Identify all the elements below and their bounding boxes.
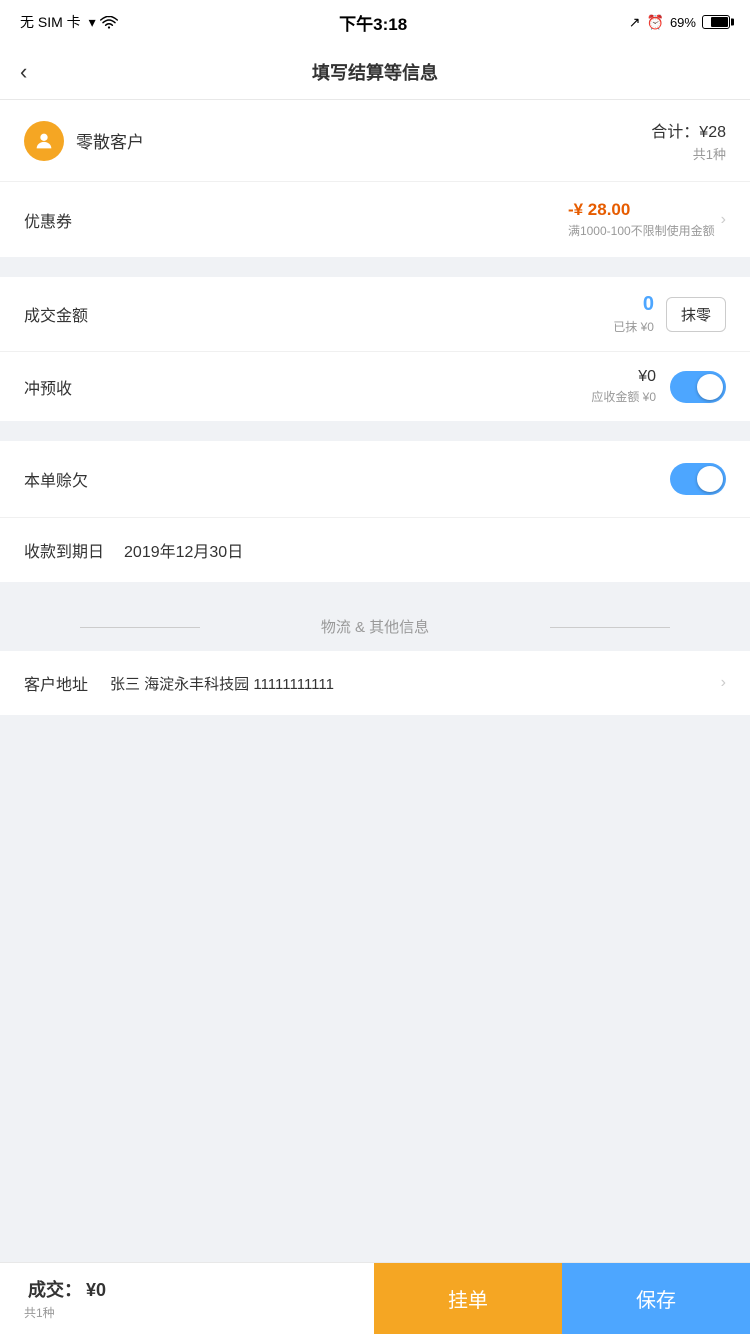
bottom-deal-amount: ¥0 [86, 1280, 106, 1300]
alarm-icon: ⏰ [647, 14, 664, 31]
prereceive-label: 冲预收 [24, 375, 72, 399]
bottom-deal-label: 成交： [28, 1280, 82, 1300]
bottom-bar: 成交：¥0 共1种 挂单 保存 [0, 1262, 750, 1334]
bottom-deal: 成交：¥0 [24, 1276, 350, 1302]
debt-toggle-knob [697, 466, 723, 492]
address-value: 张三 海淀永丰科技园 11111111111 [110, 673, 713, 694]
address-label: 客户地址 [24, 671, 94, 695]
customer-right: 合计：¥28 共1种 [651, 118, 726, 163]
hang-button[interactable]: 挂单 [374, 1263, 562, 1334]
coupon-label: 优惠券 [24, 208, 72, 232]
divider-3 [0, 592, 750, 602]
battery-icon [702, 15, 730, 29]
logistics-header: 物流 & 其他信息 [0, 602, 750, 651]
main-content: 零散客户 合计：¥28 共1种 优惠券 -¥ 28.00 满1000-100不限… [0, 100, 750, 805]
customer-avatar [24, 121, 64, 161]
location-icon: ↗ [629, 14, 641, 31]
prereceive-amount: ¥0 [591, 368, 656, 386]
debt-label: 本单赊欠 [24, 467, 88, 491]
debt-section: 本单赊欠 收款到期日 2019年12月30日 [0, 441, 750, 582]
prereceive-row: 冲预收 ¥0 应收金额 ¥0 [0, 352, 750, 421]
status-left: 无 SIM 卡 ▾ [20, 12, 118, 32]
coupon-amount: -¥ 28.00 [568, 200, 715, 220]
coupon-chevron-icon: › [721, 211, 726, 229]
coupon-description: 满1000-100不限制使用金额 [568, 222, 715, 239]
transaction-amount-row: 成交金额 已抹 ¥0 抹零 [0, 277, 750, 352]
logistics-title: 物流 & 其他信息 [321, 619, 429, 636]
save-button[interactable]: 保存 [562, 1263, 750, 1334]
carrier-text: 无 SIM 卡 [20, 12, 81, 32]
debt-row: 本单赊欠 [0, 441, 750, 517]
due-date-row: 收款到期日 2019年12月30日 [0, 517, 750, 582]
bottom-info: 成交：¥0 共1种 [0, 1276, 374, 1321]
divider-1 [0, 267, 750, 277]
address-row[interactable]: 客户地址 张三 海淀永丰科技园 11111111111 › [0, 651, 750, 715]
coupon-row[interactable]: 优惠券 -¥ 28.00 满1000-100不限制使用金额 › [0, 181, 750, 257]
due-date-value: 2019年12月30日 [124, 538, 243, 562]
customer-total: 合计：¥28 [651, 118, 726, 142]
bottom-count: 共1种 [24, 1304, 350, 1321]
status-time: 下午3:18 [339, 10, 407, 35]
nav-bar: ‹ 填写结算等信息 [0, 44, 750, 100]
battery-percent: 69% [670, 15, 696, 30]
status-bar: 无 SIM 卡 ▾ 下午3:18 ↗ ⏰ 69% [0, 0, 750, 44]
transaction-right: 已抹 ¥0 抹零 [594, 293, 726, 335]
already-rounded-text: 已抹 ¥0 [594, 318, 654, 335]
customer-name: 零散客户 [76, 128, 144, 153]
back-button[interactable]: ‹ [12, 51, 35, 93]
toggle-knob [697, 374, 723, 400]
transaction-amount-input[interactable] [594, 293, 654, 316]
status-right: ↗ ⏰ 69% [629, 14, 730, 31]
customer-row: 零散客户 合计：¥28 共1种 [0, 100, 750, 181]
round-zero-button[interactable]: 抹零 [666, 297, 726, 332]
address-chevron-icon: › [721, 674, 726, 692]
debt-toggle[interactable] [670, 463, 726, 495]
customer-count: 共1种 [651, 144, 726, 163]
wifi-icon: ▾ [89, 14, 118, 31]
customer-left: 零散客户 [24, 121, 144, 161]
prereceive-toggle[interactable] [670, 371, 726, 403]
prereceive-receivable: 应收金额 ¥0 [591, 388, 656, 405]
transaction-label: 成交金额 [24, 302, 88, 326]
page-title: 填写结算等信息 [312, 59, 438, 85]
prereceive-values: ¥0 应收金额 ¥0 [591, 368, 656, 405]
address-section: 客户地址 张三 海淀永丰科技园 11111111111 › [0, 651, 750, 715]
coupon-right-col: -¥ 28.00 满1000-100不限制使用金额 [568, 200, 715, 239]
customer-section: 零散客户 合计：¥28 共1种 优惠券 -¥ 28.00 满1000-100不限… [0, 100, 750, 257]
due-date-label: 收款到期日 [24, 538, 104, 562]
prereceive-right: ¥0 应收金额 ¥0 [591, 368, 726, 405]
divider-2 [0, 431, 750, 441]
transaction-section: 成交金额 已抹 ¥0 抹零 冲预收 ¥0 应收金额 ¥0 [0, 277, 750, 421]
